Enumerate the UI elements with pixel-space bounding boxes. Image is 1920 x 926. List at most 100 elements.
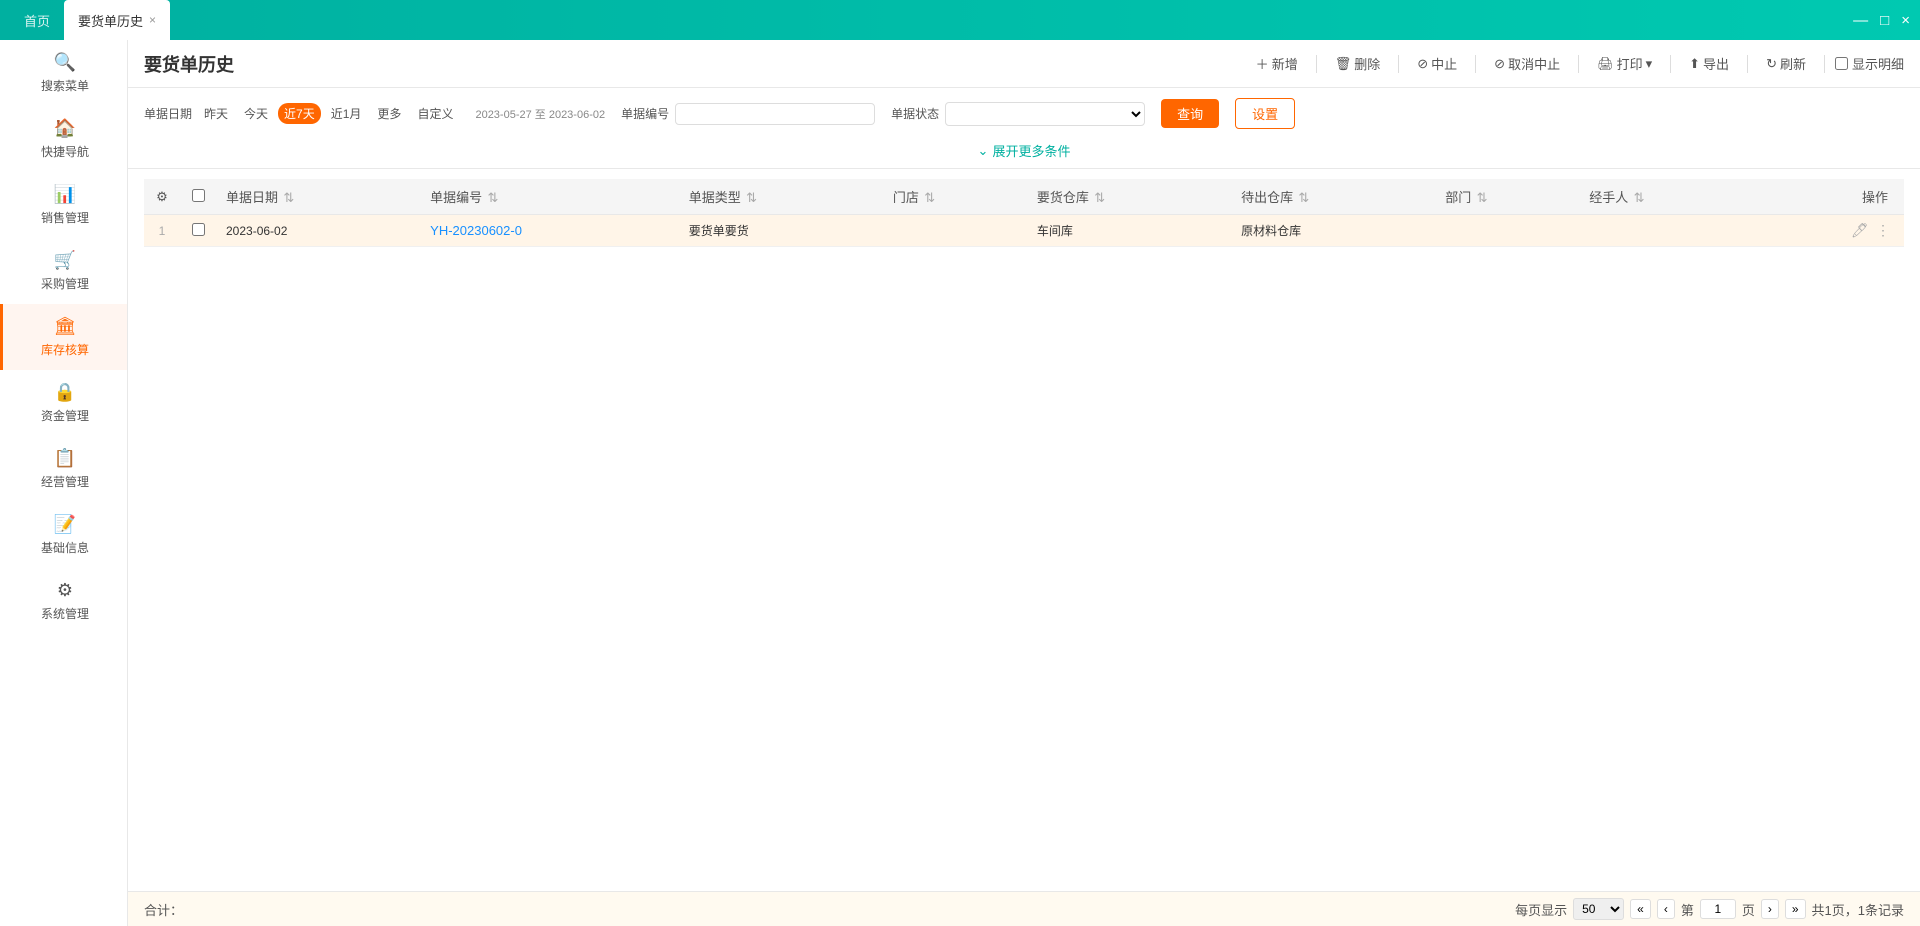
delete-button[interactable]: 🗑 删除 (1327, 50, 1389, 77)
print-dropdown-icon: ▾ (1646, 56, 1653, 72)
expand-more-btn[interactable]: ⌄ 展开更多条件 (144, 137, 1904, 168)
next-page-btn[interactable]: › (1761, 899, 1779, 919)
first-page-btn[interactable]: « (1630, 899, 1651, 919)
status-filter-label: 单据状态 (891, 105, 939, 122)
col-req-warehouse[interactable]: 要货仓库 ⇅ (1027, 179, 1231, 215)
total-info: 共1页，1条记录 (1812, 900, 1904, 919)
table-row[interactable]: 1 2023-06-02 YH-20230602-0 要货单要货 车间库 原材料… (144, 215, 1904, 247)
new-button[interactable]: ＋ 新增 (1248, 50, 1306, 77)
quick-nav-icon: 🏠 (54, 118, 76, 139)
settings-button[interactable]: 设置 (1235, 98, 1295, 129)
row-actions: 🖊 ⋮ (1753, 215, 1904, 247)
sidebar-item-purchase-mgmt[interactable]: 🛒 采购管理 (0, 238, 127, 304)
shortcut-yesterday[interactable]: 昨天 (198, 103, 234, 124)
sort-docno-icon: ⇅ (488, 190, 499, 205)
sort-pending-warehouse-icon: ⇅ (1298, 190, 1309, 205)
refresh-icon: ↻ (1766, 56, 1777, 72)
sidebar-item-basic-info[interactable]: 📝 基础信息 (0, 502, 127, 568)
row-no: 1 (144, 215, 180, 247)
select-all-checkbox[interactable] (192, 189, 205, 202)
sort-dept-icon: ⇅ (1477, 190, 1488, 205)
sidebar-item-search-menu[interactable]: 🔍 搜索菜单 (0, 40, 127, 106)
toolbar-separator-5 (1670, 55, 1671, 73)
row-checkbox-cell[interactable] (180, 215, 216, 247)
col-pending-warehouse[interactable]: 待出仓库 ⇅ (1231, 179, 1435, 215)
sidebar-item-quick-nav[interactable]: 🏠 快捷导航 (0, 106, 127, 172)
row-checkbox[interactable] (192, 223, 205, 236)
display-detail-checkbox[interactable] (1835, 57, 1848, 70)
shortcut-7days[interactable]: 近7天 (278, 103, 321, 124)
col-checkbox[interactable] (180, 179, 216, 215)
row-docno-link[interactable]: YH-20230602-0 (430, 223, 522, 238)
sidebar-item-sys-mgmt[interactable]: ⚙ 系统管理 (0, 568, 127, 634)
docno-filter-input[interactable] (675, 103, 875, 125)
print-button[interactable]: 🖨 打印 ▾ (1589, 50, 1660, 77)
search-menu-icon: 🔍 (54, 52, 76, 73)
shortcut-more[interactable]: 更多 (371, 103, 407, 124)
page-title: 要货单历史 (144, 51, 1240, 77)
toolbar-separator-7 (1824, 55, 1825, 73)
display-detail-checkbox-label[interactable]: 显示明细 (1835, 54, 1904, 73)
stop-icon: ⊘ (1417, 56, 1428, 72)
row-more-icon[interactable]: ⋮ (1876, 222, 1890, 238)
status-filter-select[interactable] (945, 102, 1145, 126)
toolbar-separator-1 (1316, 55, 1317, 73)
shortcut-today[interactable]: 今天 (238, 103, 274, 124)
tab-requisition-history[interactable]: 要货单历史 × (64, 0, 170, 40)
toolbar-separator-6 (1747, 55, 1748, 73)
topbar-right: — □ × (1853, 12, 1910, 29)
col-settings[interactable]: ⚙ (144, 179, 180, 215)
settings-col-icon: ⚙ (156, 189, 168, 204)
tab-home[interactable]: 首页 (10, 0, 64, 40)
inventory-icon: 🏛 (54, 316, 77, 337)
topbar: 首页 要货单历史 × — □ × (0, 0, 1920, 40)
page-suffix-label: 页 (1742, 900, 1755, 919)
date-filter-label: 单据日期 (144, 105, 192, 122)
sales-mgmt-icon: 📊 (54, 184, 76, 205)
filter-row-1: 单据日期 昨天 今天 近7天 近1月 更多 自定义 2023-05-27 至 2… (144, 98, 1904, 129)
row-date: 2023-06-02 (216, 215, 420, 247)
cancel-stop-button[interactable]: ⊘ 取消中止 (1486, 50, 1568, 77)
toolbar-separator-2 (1398, 55, 1399, 73)
refresh-button[interactable]: ↻ 刷新 (1758, 50, 1814, 77)
col-docno[interactable]: 单据编号 ⇅ (420, 179, 679, 215)
prev-page-btn[interactable]: ‹ (1657, 899, 1675, 919)
table-area: ⚙ 单据日期 ⇅ 单据编号 ⇅ (128, 169, 1920, 891)
stop-button[interactable]: ⊘ 中止 (1409, 50, 1465, 77)
col-store[interactable]: 门店 ⇅ (883, 179, 1027, 215)
docno-filter-label: 单据编号 (621, 105, 669, 122)
close-window-icon[interactable]: × (1901, 12, 1910, 29)
export-button[interactable]: ⬆ 导出 (1681, 50, 1737, 77)
maximize-icon[interactable]: □ (1880, 12, 1889, 29)
main-layout: 🔍 搜索菜单 🏠 快捷导航 📊 销售管理 🛒 采购管理 🏛 库存核算 🔒 资金管… (0, 40, 1920, 926)
sort-handler-icon: ⇅ (1634, 190, 1645, 205)
table-footer: 合计： 每页显示 50 100 200 « ‹ 第 页 › » 共1页，1条记录 (128, 891, 1920, 926)
page-number-input[interactable] (1700, 899, 1736, 919)
filter-area: 单据日期 昨天 今天 近7天 近1月 更多 自定义 2023-05-27 至 2… (128, 88, 1920, 169)
col-dept[interactable]: 部门 ⇅ (1435, 179, 1579, 215)
docno-filter-group: 单据编号 (621, 103, 875, 125)
tab-close-icon[interactable]: × (149, 13, 156, 27)
sidebar-item-ops-mgmt[interactable]: 📋 经营管理 (0, 436, 127, 502)
row-edit-icon[interactable]: 🖊 (1851, 222, 1869, 238)
date-range-display: 2023-05-27 至 2023-06-02 (475, 106, 605, 122)
row-docno[interactable]: YH-20230602-0 (420, 215, 679, 247)
last-page-btn[interactable]: » (1785, 899, 1806, 919)
page-prefix-label: 第 (1681, 900, 1694, 919)
toolbar-separator-4 (1578, 55, 1579, 73)
table-header-row: ⚙ 单据日期 ⇅ 单据编号 ⇅ (144, 179, 1904, 215)
col-doctype[interactable]: 单据类型 ⇅ (679, 179, 883, 215)
sidebar-item-inventory[interactable]: 🏛 库存核算 (0, 304, 127, 370)
col-handler[interactable]: 经手人 ⇅ (1579, 179, 1753, 215)
col-date[interactable]: 单据日期 ⇅ (216, 179, 420, 215)
per-page-select[interactable]: 50 100 200 (1573, 898, 1624, 920)
minimize-icon[interactable]: — (1853, 12, 1868, 29)
row-pending-warehouse: 原材料仓库 (1231, 215, 1435, 247)
row-store (883, 215, 1027, 247)
sidebar-item-sales-mgmt[interactable]: 📊 销售管理 (0, 172, 127, 238)
query-button[interactable]: 查询 (1161, 99, 1219, 128)
expand-more-icon: ⌄ (978, 143, 989, 159)
sidebar-item-finance-mgmt[interactable]: 🔒 资金管理 (0, 370, 127, 436)
shortcut-custom[interactable]: 自定义 (411, 103, 459, 124)
shortcut-1month[interactable]: 近1月 (325, 103, 368, 124)
